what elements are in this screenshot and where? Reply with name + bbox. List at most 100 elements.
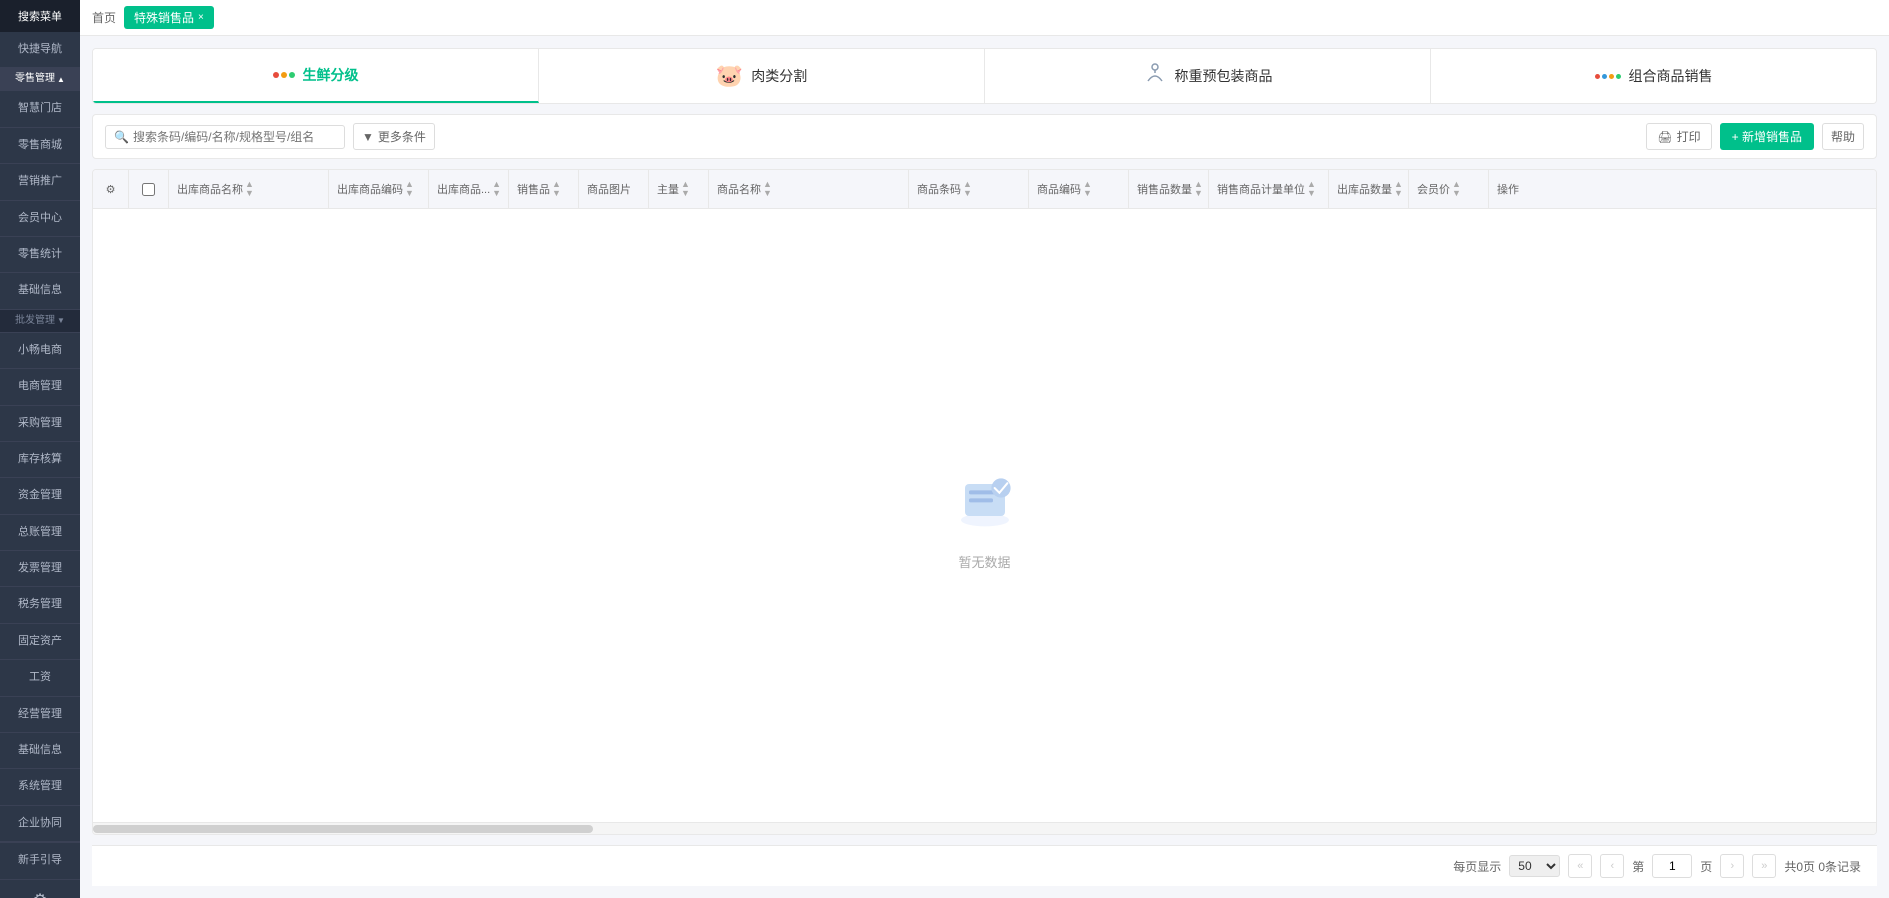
pig-icon: 🐷 [716,63,743,89]
sort-icon[interactable]: ▲▼ [405,180,414,198]
sort-icon[interactable]: ▲▼ [763,180,772,198]
scale-icon [1143,63,1167,89]
th-operation: 操作 [1489,170,1549,208]
help-label: 帮助 [1831,130,1855,144]
sidebar-item-mini-shop[interactable]: 小畅电商 [0,333,80,369]
sidebar-item-member[interactable]: 会员中心 [0,201,80,237]
content-area: 生鲜分级 🐷 肉类分割 称重预包装商品 [80,36,1889,898]
sidebar-item-smart-store[interactable]: 智慧门店 [0,91,80,127]
sidebar-item-wholesale-mgmt[interactable]: 批发管理 ▼ [0,310,80,333]
sidebar-item-basic-info2[interactable]: 基础信息 [0,733,80,769]
sidebar-item-new-guide[interactable]: 新手引导 [0,843,80,879]
th-goods-code: 商品编码 ▲▼ [1029,170,1129,208]
sort-icon[interactable]: ▲▼ [1083,180,1092,198]
filter-label: 更多条件 [378,128,426,145]
print-label: 打印 [1677,128,1701,145]
sort-icon[interactable]: ▲▼ [1394,180,1403,198]
sort-icon[interactable]: ▲▼ [1307,180,1316,198]
special-sales-tab[interactable]: 特殊销售品 × [124,6,214,29]
meat-split-label: 肉类分割 [751,66,807,86]
sidebar-item-wages[interactable]: 工资 [0,660,80,696]
th-out-code: 出库商品编码 ▲▼ [329,170,429,208]
tab-meat-split[interactable]: 🐷 肉类分割 [539,49,985,103]
sort-icon[interactable]: ▲▼ [1452,180,1461,198]
select-all-checkbox[interactable] [142,183,155,196]
sidebar-item-tax[interactable]: 税务管理 [0,587,80,623]
chevron-right-icon: ▼ [57,315,65,326]
category-tabs: 生鲜分级 🐷 肉类分割 称重预包装商品 [92,48,1877,104]
th-barcode: 商品条码 ▲▼ [909,170,1029,208]
table-header: ⚙ 出库商品名称 ▲▼ 出库商品编码 ▲▼ 出库商品... ▲▼ [93,170,1876,209]
sidebar-item-settings[interactable]: ⚙ [0,880,80,898]
prev-page-button[interactable]: ‹ [1600,854,1624,878]
page-size-select[interactable]: 50 10 20 100 [1509,855,1560,877]
main-area: 首页 特殊销售品 × 生鲜分级 🐷 [80,0,1889,898]
filter-icon: ▼ [362,130,374,144]
sidebar-item-general-ledger[interactable]: 总账管理 [0,515,80,551]
sidebar-item-ecommerce[interactable]: 电商管理 [0,369,80,405]
sort-icon[interactable]: ▲▼ [963,180,972,198]
last-page-button[interactable]: » [1752,854,1776,878]
pagination-bar: 每页显示 50 10 20 100 « ‹ 第 页 › » 共0页 0条记录 [92,845,1877,886]
th-settings[interactable]: ⚙ [93,170,129,208]
search-input[interactable] [133,130,336,144]
toolbar: 🔍 ▼ 更多条件 🖨 打印 + 新增销售品 帮助 [92,114,1877,159]
combo-label: 组合商品销售 [1629,66,1713,86]
sidebar-item-purchase[interactable]: 采购管理 [0,406,80,442]
weight-pkg-label: 称重预包装商品 [1175,66,1273,86]
sidebar: 搜索菜单 快捷导航 零售管理 ▲ 智慧门店 零售商城 营销推广 会员中心 零售统… [0,0,80,898]
empty-text: 暂无数据 [958,552,1010,571]
tab-weight-pkg[interactable]: 称重预包装商品 [985,49,1431,103]
data-table: ⚙ 出库商品名称 ▲▼ 出库商品编码 ▲▼ 出库商品... ▲▼ [92,169,1877,835]
sort-icon[interactable]: ▲▼ [1194,180,1203,198]
search-icon: 🔍 [114,130,129,144]
sidebar-item-inventory[interactable]: 库存核算 [0,442,80,478]
help-button[interactable]: 帮助 [1822,123,1864,150]
th-sale-qty: 销售品数量 ▲▼ [1129,170,1209,208]
sort-icon[interactable]: ▲▼ [552,180,561,198]
next-page-button[interactable]: › [1720,854,1744,878]
page-size-label: 每页显示 [1453,858,1501,875]
filter-button[interactable]: ▼ 更多条件 [353,123,435,150]
topbar: 首页 特殊销售品 × [80,0,1889,36]
tab-fresh-grade[interactable]: 生鲜分级 [93,49,539,103]
th-member-price: 会员价 ▲▼ [1409,170,1489,208]
sort-icon[interactable]: ▲▼ [245,180,254,198]
sidebar-item-retail-mgmt[interactable]: 零售管理 ▲ [0,68,80,91]
sidebar-logo[interactable]: 搜索菜单 [0,0,80,32]
sidebar-item-invoice[interactable]: 发票管理 [0,551,80,587]
fresh-grade-label: 生鲜分级 [303,65,359,85]
first-page-button[interactable]: « [1568,854,1592,878]
th-sale-item: 销售品 ▲▼ [509,170,579,208]
sidebar-item-quick-nav[interactable]: 快捷导航 [0,32,80,68]
sidebar-item-retail-stats[interactable]: 零售统计 [0,237,80,273]
sort-icon[interactable]: ▲▼ [681,180,690,198]
sidebar-item-basic-info[interactable]: 基础信息 [0,273,80,309]
scrollbar-thumb[interactable] [93,825,593,833]
horizontal-scrollbar[interactable] [93,822,1876,834]
th-checkbox[interactable] [129,170,169,208]
sidebar-item-finance[interactable]: 资金管理 [0,478,80,514]
close-tab-icon[interactable]: × [198,12,204,23]
th-out-spec: 出库商品... ▲▼ [429,170,509,208]
page-number-input[interactable] [1652,854,1692,878]
print-button[interactable]: 🖨 打印 [1646,123,1711,150]
toolbar-left: 🔍 ▼ 更多条件 [105,123,435,150]
print-icon: 🖨 [1657,130,1672,144]
th-unit: 主量 ▲▼ [649,170,709,208]
toolbar-right: 🖨 打印 + 新增销售品 帮助 [1646,123,1864,150]
add-sales-button[interactable]: + 新增销售品 [1720,123,1814,150]
sidebar-item-sales-promo[interactable]: 营销推广 [0,164,80,200]
settings-col-icon: ⚙ [106,183,116,196]
sidebar-item-system[interactable]: 系统管理 [0,769,80,805]
search-box[interactable]: 🔍 [105,125,345,149]
th-sale-unit: 销售商品计量单位 ▲▼ [1209,170,1329,208]
home-link[interactable]: 首页 [92,9,116,26]
sidebar-item-retail-mall[interactable]: 零售商城 [0,128,80,164]
sidebar-item-fixed-assets[interactable]: 固定资产 [0,624,80,660]
fresh-grade-icon [273,72,295,78]
sidebar-item-cooperation[interactable]: 企业协同 [0,806,80,842]
tab-combo[interactable]: 组合商品销售 [1431,49,1876,103]
sort-icon[interactable]: ▲▼ [492,180,501,198]
sidebar-item-operations[interactable]: 经营管理 [0,697,80,733]
